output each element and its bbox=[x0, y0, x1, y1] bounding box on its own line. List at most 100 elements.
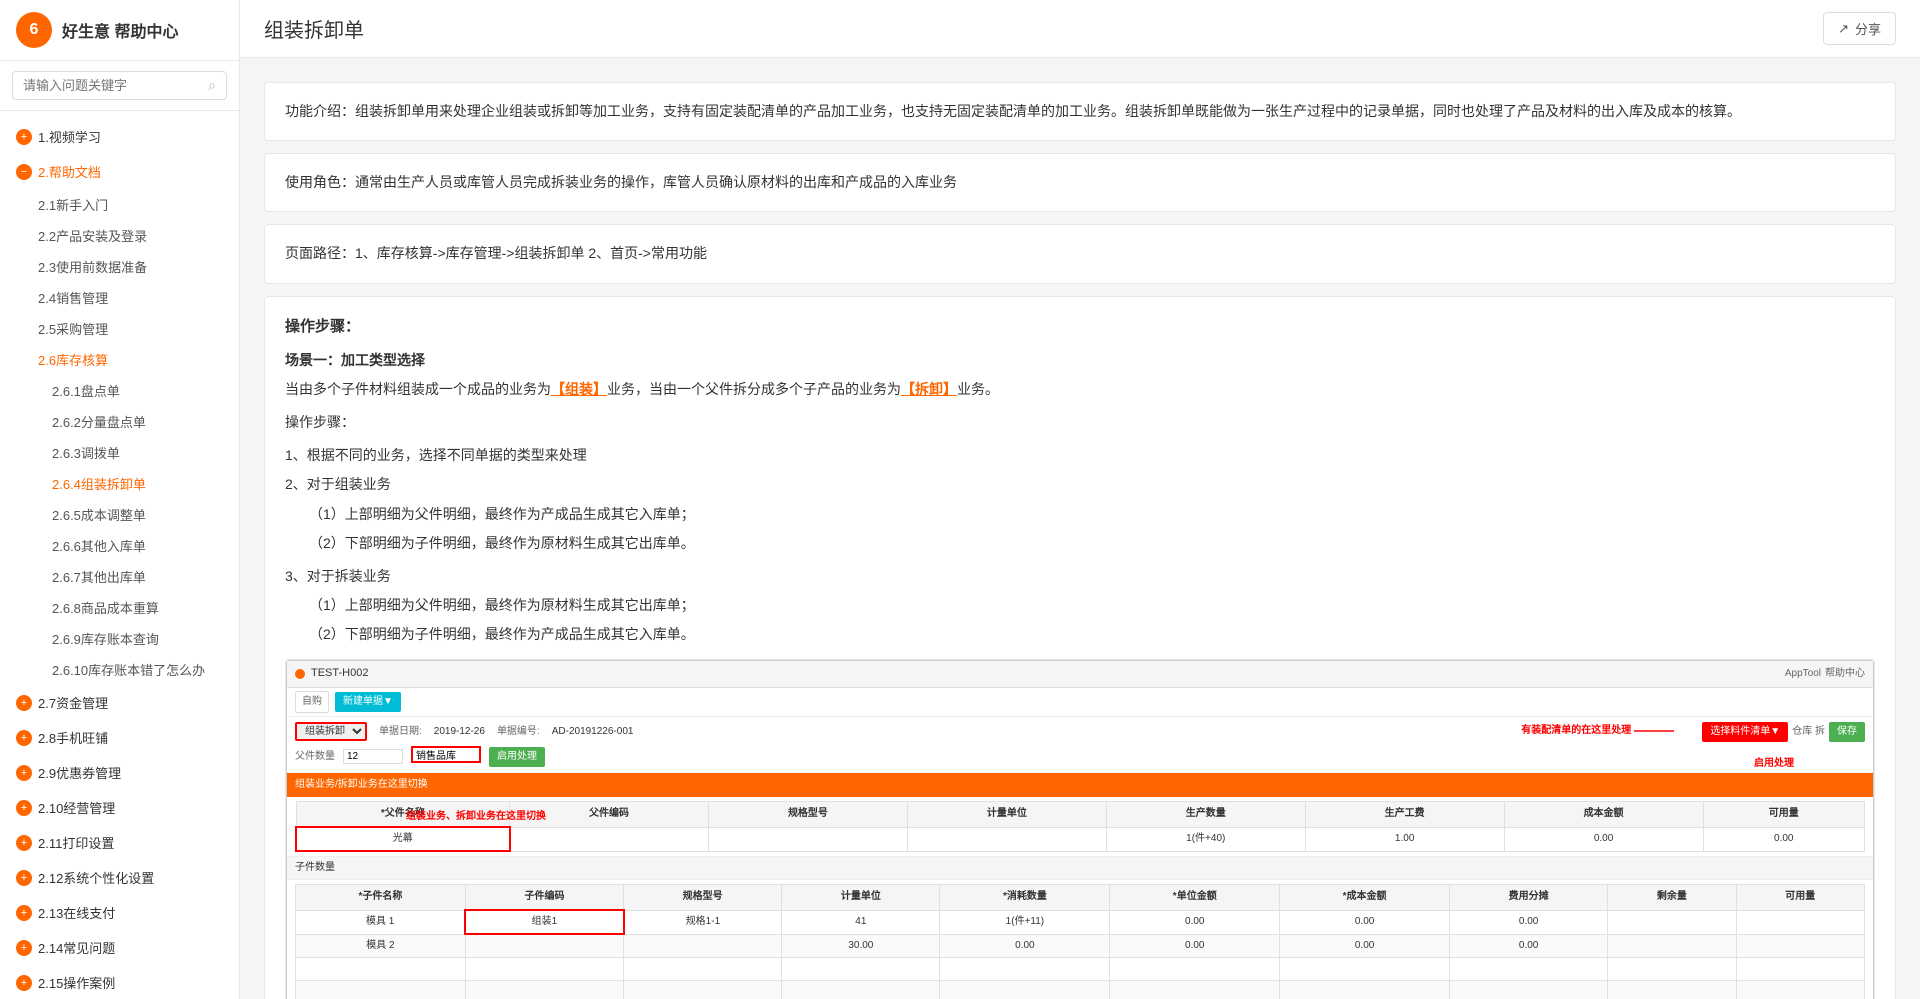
sidebar-item-s12-label: 2.12系统个性化设置 bbox=[38, 868, 154, 887]
sidebar-item-s8[interactable]: + 2.8手机旺铺 bbox=[0, 720, 239, 755]
step2-title: 2、对于组装业务 bbox=[285, 472, 1875, 497]
sidebar-item-2-6-10[interactable]: 2.6.10库存账本错了怎么办 bbox=[0, 654, 239, 685]
expand-icon: + bbox=[16, 129, 32, 145]
expand-icon-s14: + bbox=[16, 940, 32, 956]
screenshot-image: TEST-H002 AppTool 帮助中心 自购 新建单据▼ bbox=[286, 660, 1874, 999]
step2-1: （1）上部明细为父件明细，最终作为产成品生成其它入库单； bbox=[285, 502, 1875, 527]
sidebar-item-2-5[interactable]: 2.5采购管理 bbox=[0, 313, 239, 344]
app-name: 好生意 帮助中心 bbox=[62, 18, 178, 42]
sidebar-item-2-6-2[interactable]: 2.6.2分量盘点单 bbox=[0, 406, 239, 437]
intro-text: 功能介绍：组装拆卸单用来处理企业组装或拆卸等加工业务，支持有固定装配清单的产品加… bbox=[285, 99, 1875, 124]
mock-table-bottom-row-2: 模具 230.000.000.000.000.00 bbox=[296, 934, 1865, 957]
annotation-fitted: 有装配清单的在这里处理 bbox=[1521, 722, 1674, 740]
sidebar-item-2-6-7[interactable]: 2.6.7其他出库单 bbox=[0, 561, 239, 592]
sidebar-item-2-2[interactable]: 2.2产品安装及登录 bbox=[0, 220, 239, 251]
expand-icon-s9: + bbox=[16, 765, 32, 781]
step1: 1、根据不同的业务，选择不同单据的类型来处理 bbox=[285, 443, 1875, 468]
sidebar-item-2-6-3[interactable]: 2.6.3调拨单 bbox=[0, 437, 239, 468]
sidebar-item-2-6-4[interactable]: 2.6.4组装拆卸单 bbox=[0, 468, 239, 499]
mock-fitted-btn: 选择料件清单▼ bbox=[1702, 722, 1788, 742]
sidebar-item-s10[interactable]: + 2.10经营管理 bbox=[0, 790, 239, 825]
steps-label: 操作步骤： bbox=[285, 410, 1875, 435]
expand-icon-s13: + bbox=[16, 905, 32, 921]
collapse-icon: − bbox=[16, 164, 32, 180]
nav-tree: + 1.视频学习 − 2.帮助文档 2.1新手入门 2.2产品安装及登录 2.3… bbox=[0, 111, 239, 999]
expand-icon-s12: + bbox=[16, 870, 32, 886]
sidebar-item-s11-label: 2.11打印设置 bbox=[38, 833, 114, 852]
mock-warehouse[interactable] bbox=[411, 746, 481, 763]
sidebar-item-s13[interactable]: + 2.13在线支付 bbox=[0, 895, 239, 930]
sidebar-item-s12[interactable]: + 2.12系统个性化设置 bbox=[0, 860, 239, 895]
sidebar-item-s9[interactable]: + 2.9优惠券管理 bbox=[0, 755, 239, 790]
sidebar-item-s13-label: 2.13在线支付 bbox=[38, 903, 115, 922]
topbar: 组装拆卸单 ↗ 分享 bbox=[240, 0, 1920, 58]
logo-icon: 6 bbox=[16, 12, 52, 48]
intro-card: 功能介绍：组装拆卸单用来处理企业组装或拆卸等加工业务，支持有固定装配清单的产品加… bbox=[264, 82, 1896, 141]
sidebar-item-s9-label: 2.9优惠券管理 bbox=[38, 763, 121, 782]
mock-table-top-row-1: 光幕 1(件+40)1.000.000.00 bbox=[296, 827, 1865, 851]
sidebar-item-s15[interactable]: + 2.15操作案例 bbox=[0, 965, 239, 999]
sidebar-item-2-6-8[interactable]: 2.6.8商品成本重算 bbox=[0, 592, 239, 623]
sidebar-item-s7[interactable]: + 2.7资金管理 bbox=[0, 685, 239, 720]
sidebar-item-s10-label: 2.10经营管理 bbox=[38, 798, 115, 817]
path-card: 页面路径：1、库存核算->库存管理->组装拆卸单 2、首页->常用功能 bbox=[264, 224, 1896, 283]
sidebar-item-videos[interactable]: + 1.视频学习 bbox=[0, 119, 239, 154]
mock-doc-num: AD-20191226-001 bbox=[552, 723, 634, 741]
sidebar-header: 6 好生意 帮助中心 bbox=[0, 0, 239, 61]
sidebar-item-2-4[interactable]: 2.4销售管理 bbox=[0, 282, 239, 313]
step3-2: （2）下部明细为子件明细，最终作为产成品生成其它入库单。 bbox=[285, 622, 1875, 647]
mock-save-btn: 保存 bbox=[1829, 722, 1865, 742]
scenario1-desc: 当由多个子件材料组装成一个成品的业务为【组装】业务，当由一个父件拆分成多个子产品… bbox=[285, 377, 1875, 402]
share-button[interactable]: ↗ 分享 bbox=[1823, 12, 1896, 45]
step3-1: （1）上部明细为父件明细，最终作为原材料生成其它出库单； bbox=[285, 593, 1875, 618]
mock-table-bottom-row-4 bbox=[296, 980, 1865, 999]
sidebar-item-help-docs-label: 2.帮助文档 bbox=[38, 162, 101, 181]
mock-doc-date: 2019-12-26 bbox=[434, 723, 485, 741]
step2-2: （2）下部明细为子件明细，最终作为原材料生成其它出库单。 bbox=[285, 531, 1875, 556]
screenshot-container: TEST-H002 AppTool 帮助中心 自购 新建单据▼ bbox=[285, 659, 1875, 999]
expand-icon-s7: + bbox=[16, 695, 32, 711]
mock-window-title: TEST-H002 bbox=[311, 664, 368, 684]
main-content: 组装拆卸单 ↗ 分享 功能介绍：组装拆卸单用来处理企业组装或拆卸等加工业务，支持… bbox=[240, 0, 1920, 999]
sidebar-item-s8-label: 2.8手机旺铺 bbox=[38, 728, 108, 747]
sidebar-item-2-6-5[interactable]: 2.6.5成本调整单 bbox=[0, 499, 239, 530]
sidebar-item-2-3[interactable]: 2.3使用前数据准备 bbox=[0, 251, 239, 282]
annotation-apply: 启用处理 bbox=[1754, 755, 1794, 773]
mock-parent-qty[interactable] bbox=[343, 749, 403, 764]
sidebar: 6 好生意 帮助中心 ⌕ + 1.视频学习 − 2.帮助文档 2.1新手入门 2… bbox=[0, 0, 240, 999]
expand-icon-s15: + bbox=[16, 975, 32, 991]
sidebar-item-2-6-1[interactable]: 2.6.1盘点单 bbox=[0, 375, 239, 406]
sidebar-item-2-6-9[interactable]: 2.6.9库存账本查询 bbox=[0, 623, 239, 654]
mock-type-select[interactable]: 组装拆卸 拆卸 bbox=[295, 722, 367, 741]
step3-title: 3、对于拆装业务 bbox=[285, 564, 1875, 589]
sidebar-item-s14-label: 2.14常见问题 bbox=[38, 938, 115, 957]
search-box: ⌕ bbox=[0, 61, 239, 111]
sidebar-item-help-docs[interactable]: − 2.帮助文档 bbox=[0, 154, 239, 189]
mock-table-bottom-row-3 bbox=[296, 957, 1865, 980]
search-input[interactable] bbox=[23, 78, 208, 93]
share-label: 分享 bbox=[1855, 19, 1881, 38]
role-text: 使用角色：通常由生产人员或库管人员完成拆装业务的操作，库管人员确认原材料的出库和… bbox=[285, 170, 1875, 195]
mock-new-btn: 新建单据▼ bbox=[335, 692, 401, 712]
sidebar-item-2-6[interactable]: 2.6库存核算 bbox=[0, 344, 239, 375]
mock-table-bottom-row-1: 模具 1 组装1 规格1-1411(件+11)0.000.000.00 bbox=[296, 910, 1865, 934]
steps-card: 操作步骤： 场景一：加工类型选择 当由多个子件材料组装成一个成品的业务为【组装】… bbox=[264, 296, 1896, 999]
expand-icon-s10: + bbox=[16, 800, 32, 816]
path-text: 页面路径：1、库存核算->库存管理->组装拆卸单 2、首页->常用功能 bbox=[285, 241, 1875, 266]
role-card: 使用角色：通常由生产人员或库管人员完成拆装业务的操作，库管人员确认原材料的出库和… bbox=[264, 153, 1896, 212]
search-icon[interactable]: ⌕ bbox=[208, 77, 216, 94]
share-icon: ↗ bbox=[1838, 21, 1849, 37]
page-title: 组装拆卸单 bbox=[264, 14, 364, 43]
sidebar-item-2-6-6[interactable]: 2.6.6其他入库单 bbox=[0, 530, 239, 561]
sidebar-item-s14[interactable]: + 2.14常见问题 bbox=[0, 930, 239, 965]
expand-icon-s8: + bbox=[16, 730, 32, 746]
sidebar-item-s7-label: 2.7资金管理 bbox=[38, 693, 108, 712]
expand-icon-s11: + bbox=[16, 835, 32, 851]
sidebar-item-s15-label: 2.15操作案例 bbox=[38, 973, 115, 992]
sidebar-item-videos-label: 1.视频学习 bbox=[38, 127, 101, 146]
search-box-inner[interactable]: ⌕ bbox=[12, 71, 227, 100]
sidebar-item-2-1[interactable]: 2.1新手入门 bbox=[0, 189, 239, 220]
content-area: 功能介绍：组装拆卸单用来处理企业组装或拆卸等加工业务，支持有固定装配清单的产品加… bbox=[240, 58, 1920, 999]
annotation-type: 组装业务、拆卸业务在这里切换 bbox=[406, 808, 546, 826]
sidebar-item-s11[interactable]: + 2.11打印设置 bbox=[0, 825, 239, 860]
